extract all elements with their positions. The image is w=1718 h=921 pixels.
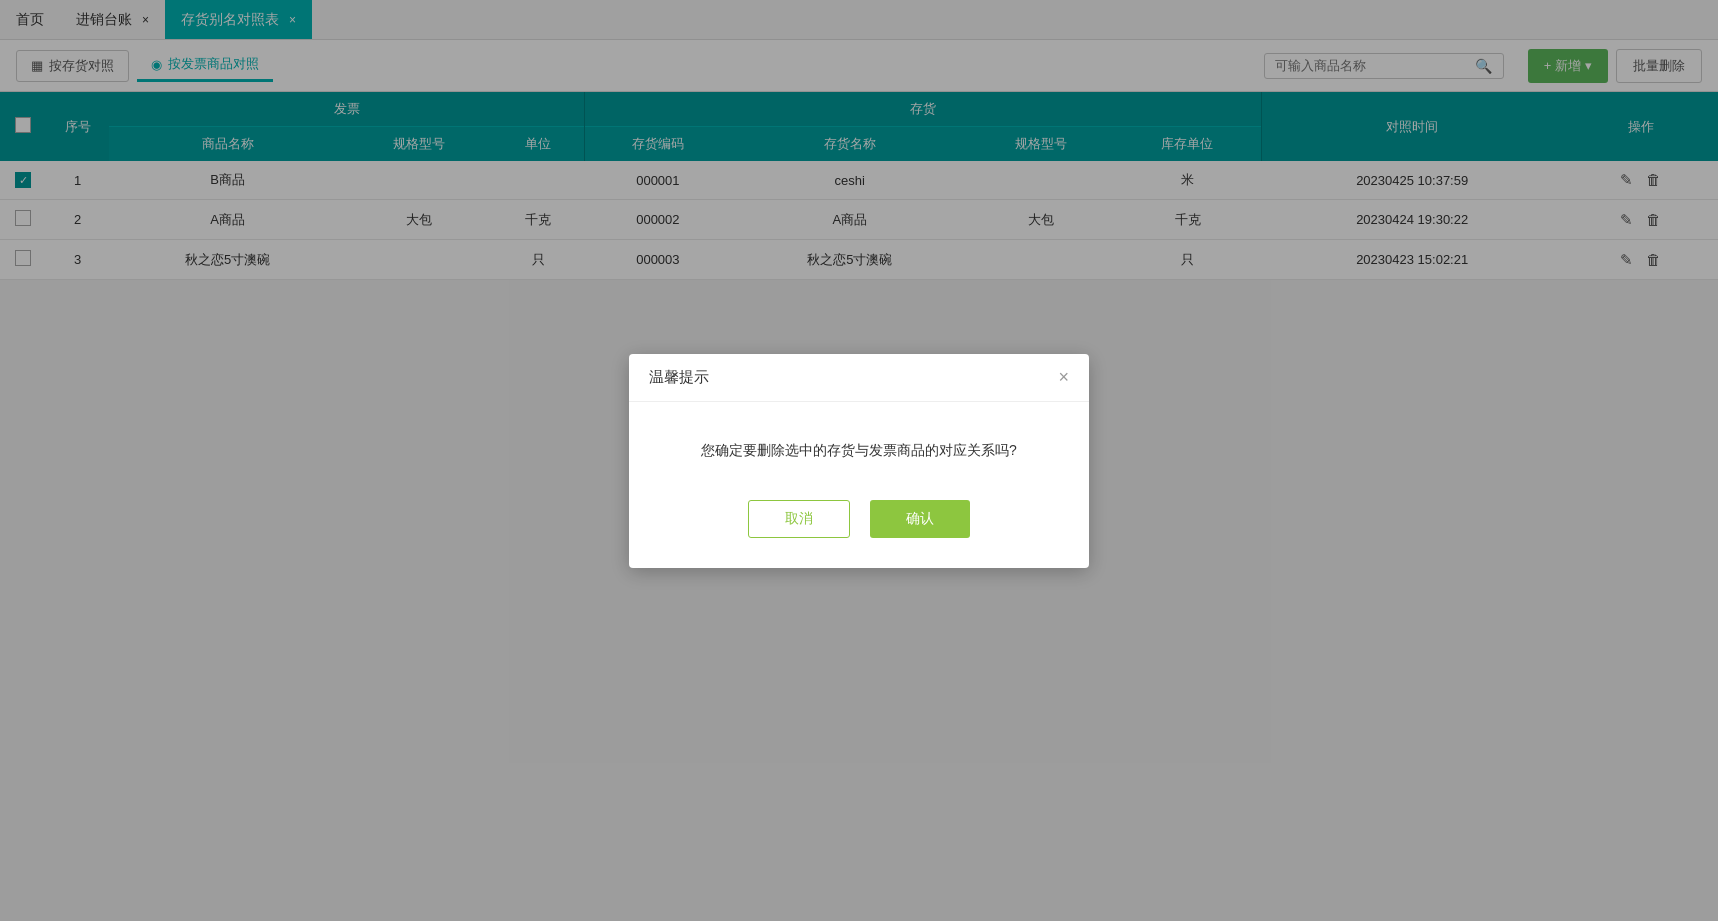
dialog-overlay: 温馨提示 × 您确定要删除选中的存货与发票商品的对应关系吗? 取消 确认: [0, 0, 1718, 280]
